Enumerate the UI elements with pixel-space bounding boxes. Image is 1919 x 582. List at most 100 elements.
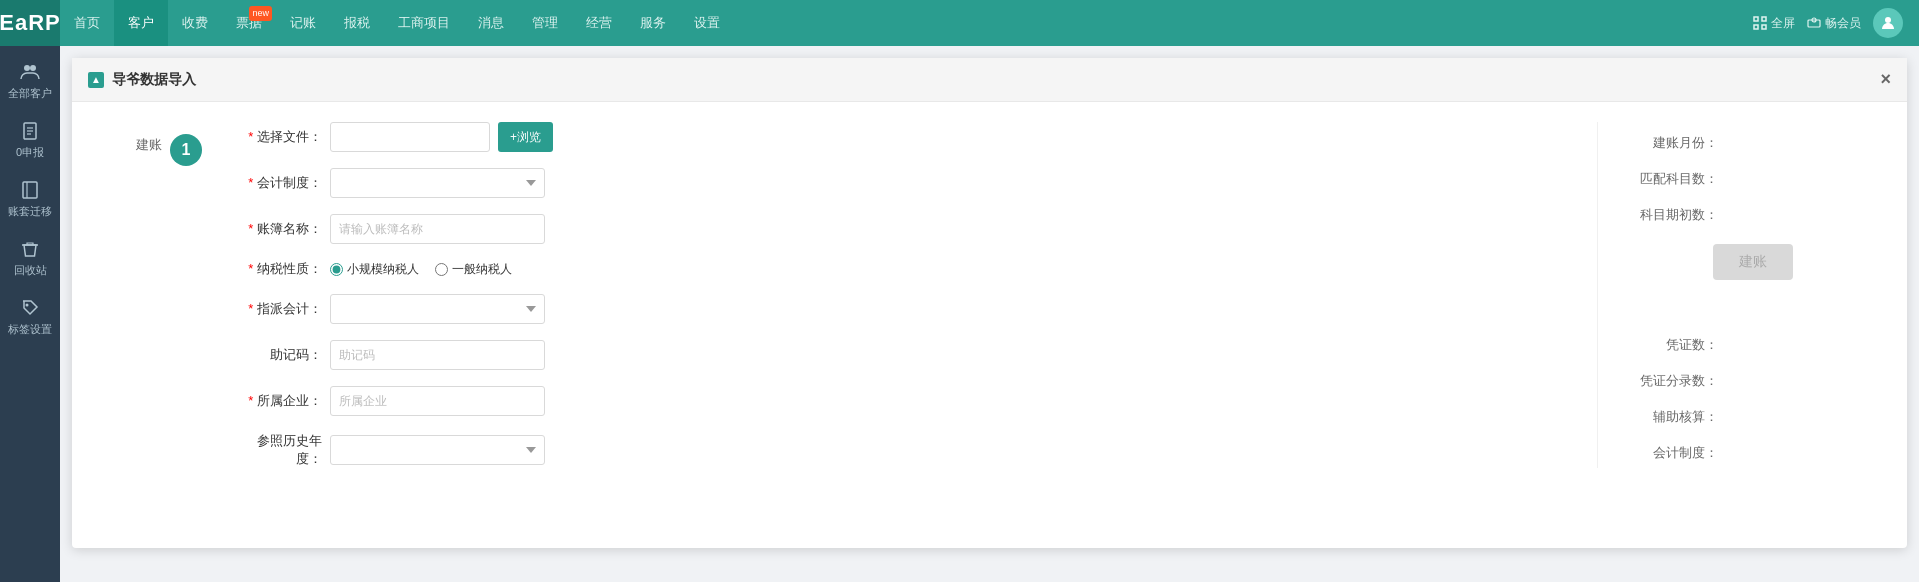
nav-management[interactable]: 管理 (518, 0, 572, 46)
svg-rect-4 (1808, 20, 1820, 27)
memo-code-row: 助记码： (242, 340, 1577, 370)
file-input[interactable] (330, 122, 490, 152)
small-taxpayer-radio[interactable]: 小规模纳税人 (330, 261, 419, 278)
sidebar-item-declaration[interactable]: 0申报 (0, 113, 60, 168)
sidebar-item-migration[interactable]: 账套迁移 (0, 172, 60, 227)
file-row: * 选择文件： +浏览 (242, 122, 1577, 152)
memo-code-input[interactable] (330, 340, 545, 370)
memo-code-label: 助记码： (242, 346, 322, 364)
import-icon: ▲ (88, 72, 104, 88)
nav-messages[interactable]: 消息 (464, 0, 518, 46)
vip-icon (1807, 16, 1821, 30)
sidebar-label-recycle: 回收站 (14, 263, 47, 278)
sidebar-item-recycle[interactable]: 回收站 (0, 231, 60, 286)
nav-bookkeeping[interactable]: 记账 (276, 0, 330, 46)
general-taxpayer-input[interactable] (435, 263, 448, 276)
form-fields: * 选择文件： +浏览 * 会计制度： (242, 122, 1577, 468)
accounting-system-row: * 会计制度： (242, 168, 1577, 198)
fullscreen-label: 全屏 (1771, 15, 1795, 32)
period-init-row: 科目期初数： (1628, 206, 1877, 224)
import-dialog: ▲ 导爷数据导入 × 建账 1 (72, 58, 1907, 548)
sidebar-item-tag-settings[interactable]: 标签设置 (0, 290, 60, 345)
info-section: 建账月份： 匹配科目数： 科目期初数： 建账 (1597, 122, 1877, 468)
new-badge: new (249, 6, 272, 21)
sidebar-item-all-customers[interactable]: 全部客户 (0, 54, 60, 109)
voucher-entries-label: 凭证分录数： (1628, 372, 1718, 390)
voucher-entries-row: 凭证分录数： (1628, 372, 1877, 390)
build-account-button[interactable]: 建账 (1713, 244, 1793, 280)
step-area: 建账 1 (102, 122, 222, 468)
browse-button[interactable]: +浏览 (498, 122, 553, 152)
svg-point-7 (24, 65, 30, 71)
svg-rect-13 (23, 182, 37, 198)
book-icon (20, 180, 40, 200)
match-subjects-row: 匹配科目数： (1628, 170, 1877, 188)
avatar-icon (1880, 15, 1896, 31)
match-subjects-label: 匹配科目数： (1628, 170, 1718, 188)
sidebar-label-tag-settings: 标签设置 (8, 322, 52, 337)
svg-point-8 (30, 65, 36, 71)
small-taxpayer-input[interactable] (330, 263, 343, 276)
svg-point-16 (26, 304, 29, 307)
main-layout: 全部客户 0申报 账套迁移 回收站 (0, 46, 1919, 582)
nav-fees[interactable]: 收费 (168, 0, 222, 46)
company-input[interactable] (330, 386, 545, 416)
svg-point-6 (1885, 17, 1891, 23)
vip-btn[interactable]: 畅会员 (1807, 15, 1861, 32)
tag-icon (20, 298, 40, 318)
info-accounting-system-row: 会计制度： (1628, 444, 1877, 462)
company-row: * 所属企业： (242, 386, 1577, 416)
voucher-count-row: 凭证数： (1628, 336, 1877, 354)
file-label: * 选择文件： (242, 128, 322, 146)
file-icon (20, 121, 40, 141)
dialog-body: 建账 1 * 选择文件： +浏览 (72, 102, 1907, 488)
svg-rect-0 (1754, 17, 1758, 21)
sidebar-label-migration: 账套迁移 (8, 204, 52, 219)
accountant-row: * 指派会计： (242, 294, 1577, 324)
accounting-system-select[interactable] (330, 168, 545, 198)
build-month-row: 建账月份： (1628, 134, 1877, 152)
nav-tax[interactable]: 报税 (330, 0, 384, 46)
svg-rect-3 (1762, 25, 1766, 29)
tax-type-radio-group: 小规模纳税人 一般纳税人 (330, 261, 512, 278)
form-section: 建账 1 * 选择文件： +浏览 (102, 122, 1877, 468)
nav-business[interactable]: 工商项目 (384, 0, 464, 46)
build-month-label: 建账月份： (1628, 134, 1718, 152)
voucher-count-label: 凭证数： (1628, 336, 1718, 354)
general-taxpayer-radio[interactable]: 一般纳税人 (435, 261, 512, 278)
history-year-row: 参照历史年度： (242, 432, 1577, 468)
accountant-select[interactable] (330, 294, 545, 324)
fullscreen-icon (1753, 16, 1767, 30)
nav-right: 全屏 畅会员 (1753, 8, 1919, 38)
nav-items: 首页 客户 收费 票据 new 记账 报税 工商项目 消息 管理 经营 服务 设… (60, 0, 1753, 46)
nav-invoices[interactable]: 票据 new (222, 0, 276, 46)
user-avatar[interactable] (1873, 8, 1903, 38)
sidebar-label-all-customers: 全部客户 (8, 86, 52, 101)
ledger-name-input[interactable] (330, 214, 545, 244)
tax-type-row: * 纳税性质： 小规模纳税人 一般纳税人 (242, 260, 1577, 278)
dialog-header: ▲ 导爷数据导入 × (72, 58, 1907, 102)
top-navigation: EaRP 首页 客户 收费 票据 new 记账 报税 工商项目 消息 管理 经营… (0, 0, 1919, 46)
nav-services[interactable]: 服务 (626, 0, 680, 46)
history-year-select[interactable] (330, 435, 545, 465)
aux-accounting-label: 辅助核算： (1628, 408, 1718, 426)
ledger-name-row: * 账簿名称： (242, 214, 1577, 244)
main-content: ▲ 导爷数据导入 × 建账 1 (60, 46, 1919, 582)
nav-home[interactable]: 首页 (60, 0, 114, 46)
nav-operations[interactable]: 经营 (572, 0, 626, 46)
accountant-label: * 指派会计： (242, 300, 322, 318)
dialog-title: 导爷数据导入 (112, 71, 196, 89)
users-icon (20, 62, 40, 82)
history-year-label: 参照历史年度： (242, 432, 322, 468)
sidebar: 全部客户 0申报 账套迁移 回收站 (0, 46, 60, 582)
trash-icon (20, 239, 40, 259)
sidebar-label-declaration: 0申报 (16, 145, 44, 160)
svg-rect-2 (1754, 25, 1758, 29)
nav-customers[interactable]: 客户 (114, 0, 168, 46)
fullscreen-btn[interactable]: 全屏 (1753, 15, 1795, 32)
accounting-system-label: * 会计制度： (242, 174, 322, 192)
nav-settings[interactable]: 设置 (680, 0, 734, 46)
logo-text: EaRP (0, 10, 61, 36)
dialog-close-btn[interactable]: × (1880, 70, 1891, 88)
vip-label: 畅会员 (1825, 15, 1861, 32)
